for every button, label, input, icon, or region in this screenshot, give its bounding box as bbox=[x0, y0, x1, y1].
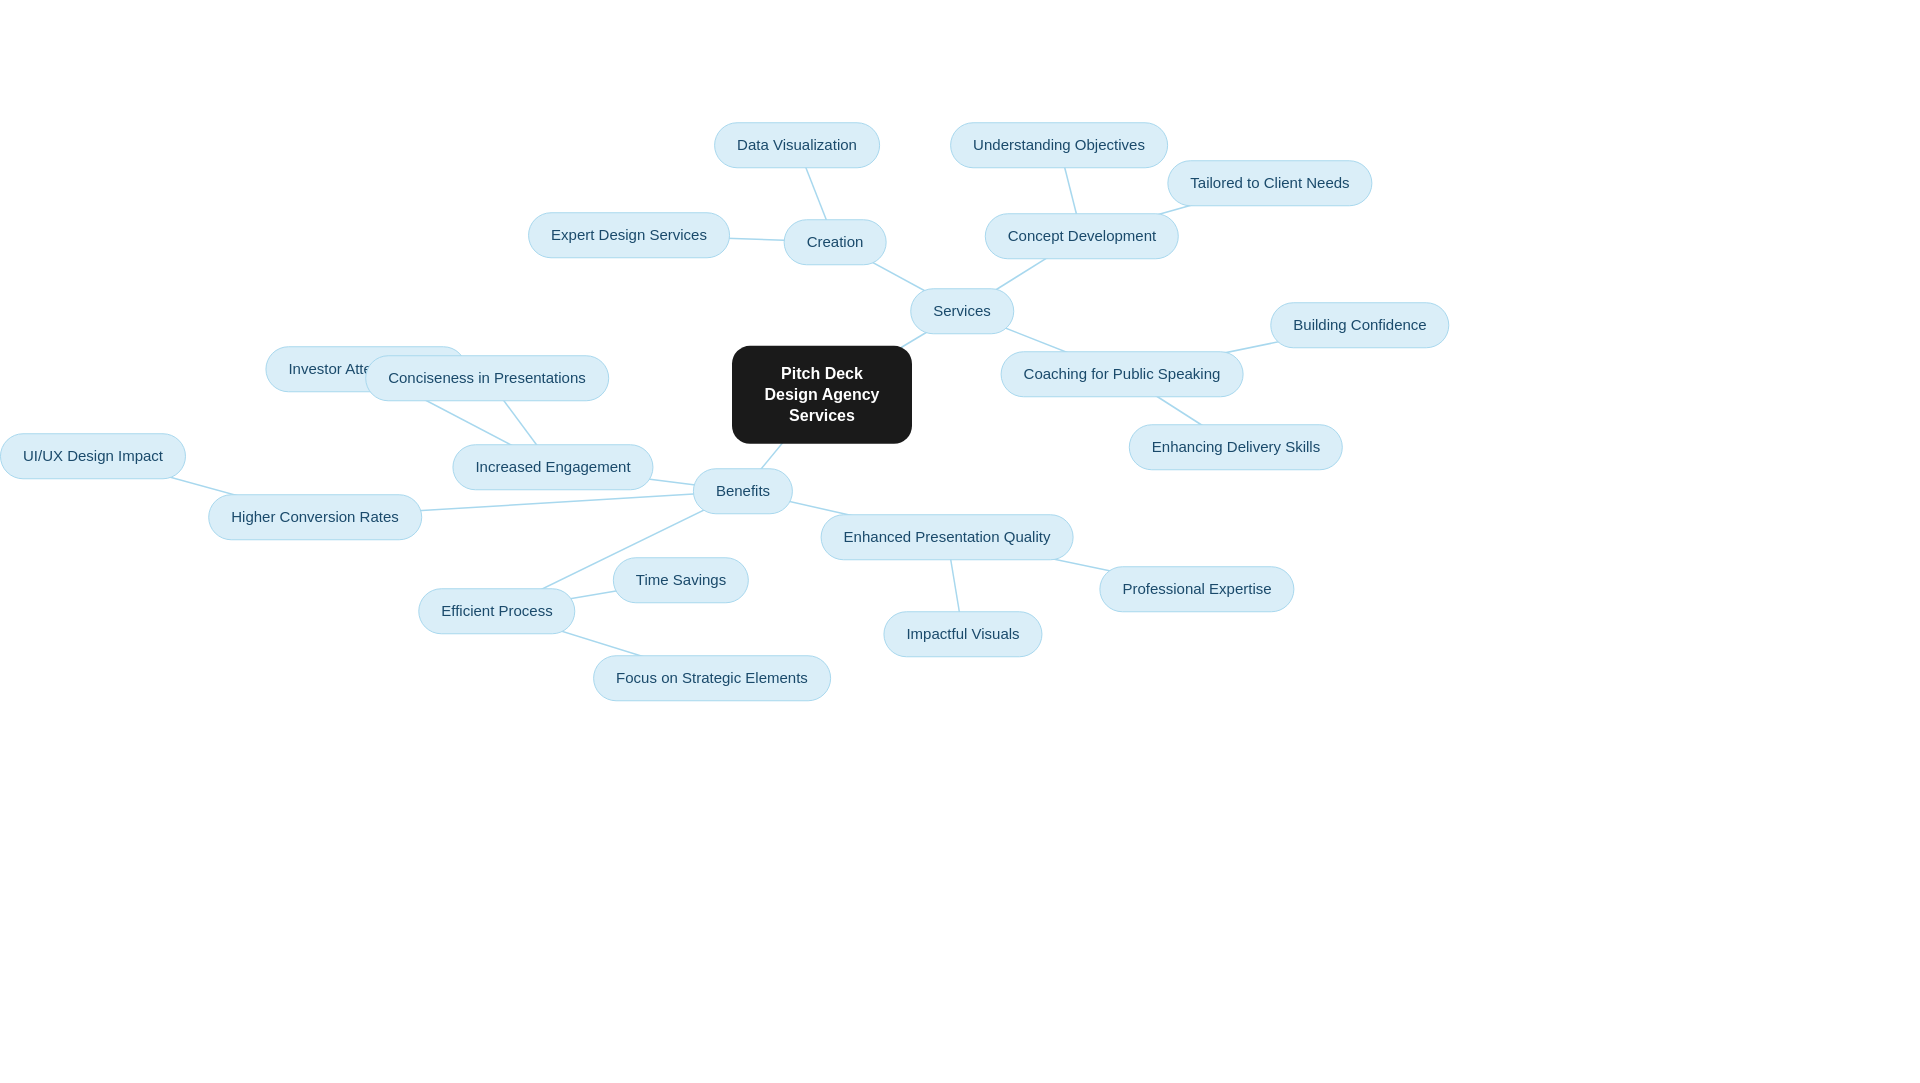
node-benefits[interactable]: Benefits bbox=[693, 468, 793, 514]
node-enhancing[interactable]: Enhancing Delivery Skills bbox=[1129, 424, 1343, 470]
node-uiux[interactable]: UI/UX Design Impact bbox=[0, 433, 186, 479]
node-conciseness[interactable]: Conciseness in Presentations bbox=[365, 355, 609, 401]
node-services[interactable]: Services bbox=[910, 288, 1014, 334]
node-efficient[interactable]: Efficient Process bbox=[418, 588, 575, 634]
node-concept-dev[interactable]: Concept Development bbox=[985, 213, 1179, 259]
node-professional[interactable]: Professional Expertise bbox=[1099, 566, 1294, 612]
node-expert-design[interactable]: Expert Design Services bbox=[528, 212, 730, 258]
node-higher-conv[interactable]: Higher Conversion Rates bbox=[208, 494, 422, 540]
node-increased-eng[interactable]: Increased Engagement bbox=[452, 444, 653, 490]
node-building-conf[interactable]: Building Confidence bbox=[1270, 302, 1449, 348]
mindmap-container: Pitch Deck Design Agency Services Service… bbox=[0, 0, 1920, 1083]
node-focus-strategic[interactable]: Focus on Strategic Elements bbox=[593, 655, 831, 701]
center-node[interactable]: Pitch Deck Design Agency Services bbox=[732, 346, 912, 444]
node-coaching[interactable]: Coaching for Public Speaking bbox=[1001, 351, 1244, 397]
node-data-viz[interactable]: Data Visualization bbox=[714, 122, 880, 168]
node-tailored[interactable]: Tailored to Client Needs bbox=[1167, 160, 1372, 206]
node-enhanced-pq[interactable]: Enhanced Presentation Quality bbox=[821, 514, 1074, 560]
node-understanding[interactable]: Understanding Objectives bbox=[950, 122, 1168, 168]
node-time-savings[interactable]: Time Savings bbox=[613, 557, 749, 603]
node-impactful[interactable]: Impactful Visuals bbox=[883, 611, 1042, 657]
node-creation[interactable]: Creation bbox=[784, 219, 887, 265]
